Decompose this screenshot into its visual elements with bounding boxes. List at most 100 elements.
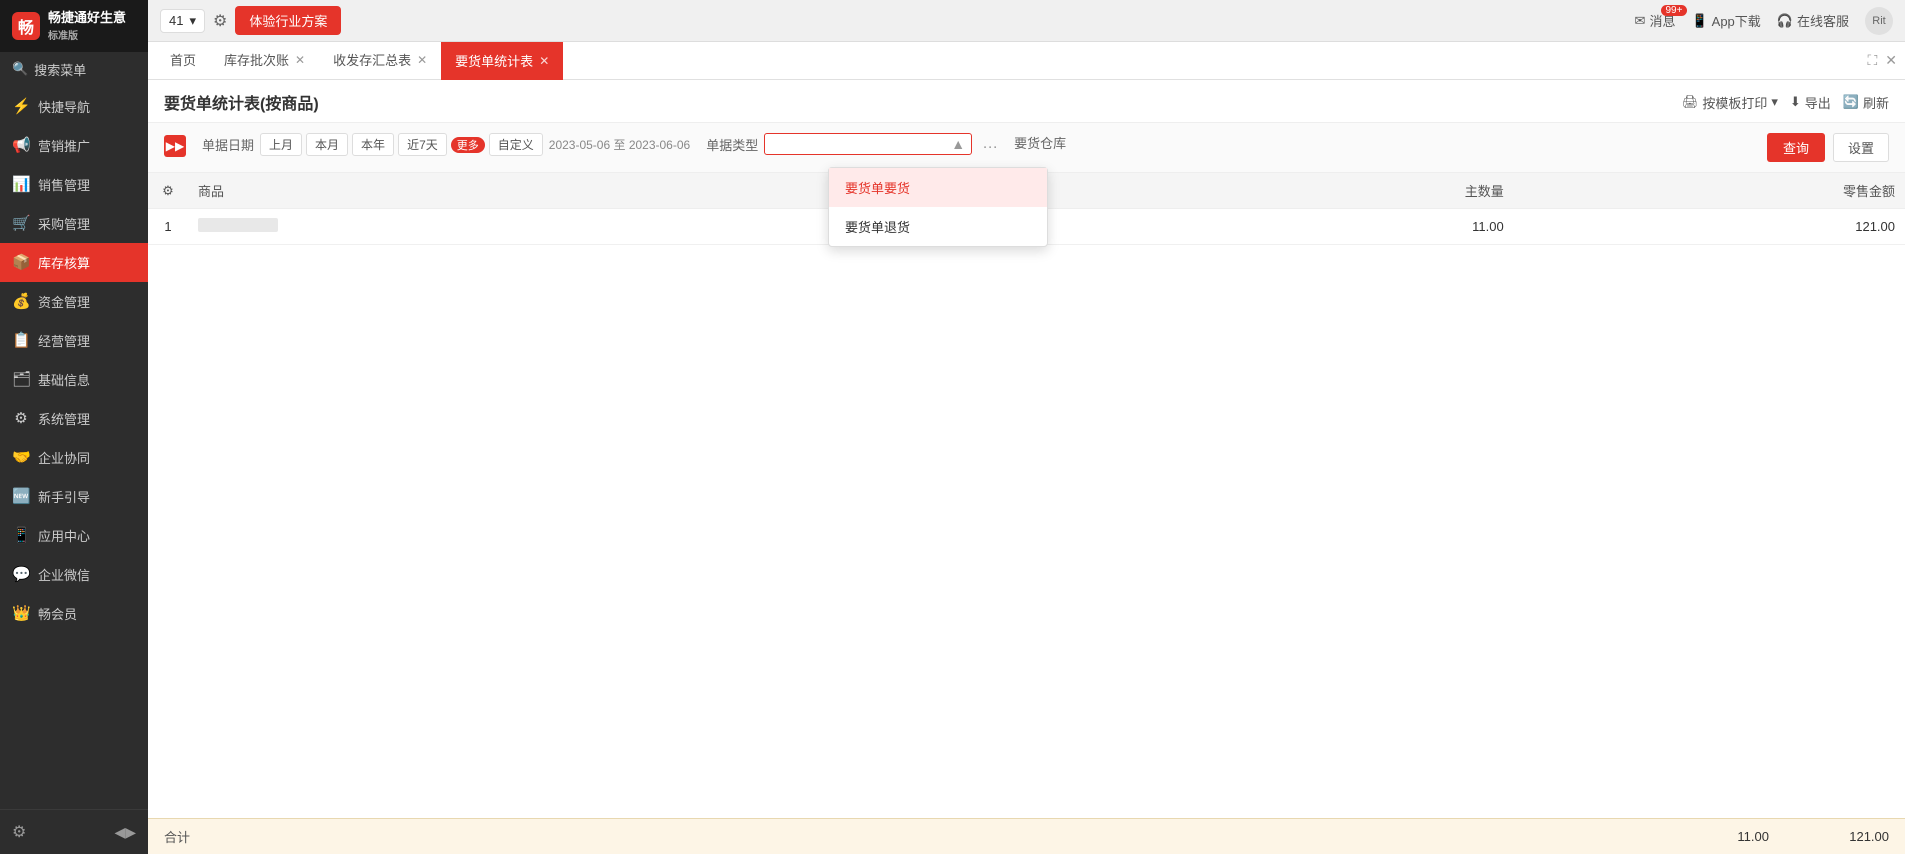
tab-receipt-label: 收发存汇总表	[333, 50, 411, 69]
chevron-down-icon: ▾	[189, 13, 196, 29]
refresh-label: 刷新	[1863, 93, 1889, 112]
print-icon: 🖨	[1682, 94, 1699, 110]
topbar-gear-icon[interactable]: ⚙	[213, 11, 227, 31]
sidebar-item-label: 新手引导	[38, 487, 90, 506]
sidebar-item-system[interactable]: ⚙ 系统管理	[0, 399, 148, 438]
message-icon: ✉	[1635, 13, 1646, 29]
download-icon: 📱	[1691, 13, 1707, 29]
main-area: 41 ▾ ⚙ 体验行业方案 ✉ 消息 99+ 📱 App下载 🎧 在线客服 Ri…	[148, 0, 1905, 854]
sales-icon: 📊	[12, 175, 30, 193]
wechat-icon: 💬	[12, 565, 30, 583]
close-tab-batch-icon[interactable]: ✕	[295, 53, 305, 67]
sidebar-item-appstore[interactable]: 📱 应用中心	[0, 516, 148, 555]
app-download-label: App下载	[1712, 11, 1761, 30]
footer-label: 合计	[164, 827, 194, 846]
print-chevron-icon: ▾	[1771, 94, 1778, 110]
sidebar-item-sales[interactable]: 📊 销售管理	[0, 165, 148, 204]
date-buttons: 上月 本月 本年 近7天 更多 自定义	[260, 133, 543, 156]
dropdown-item-purchase-return[interactable]: 要货单退货	[829, 207, 1047, 246]
doc-type-dropdown: 要货单要货 要货单退货	[828, 167, 1048, 247]
sidebar-item-label: 畅会员	[38, 604, 77, 623]
refresh-icon: 🔄	[1843, 94, 1859, 110]
page-title: 要货单统计表(按商品)	[164, 90, 319, 114]
last-month-btn[interactable]: 上月	[260, 133, 302, 156]
more-dates-badge[interactable]: 更多	[451, 137, 485, 153]
sidebar-item-purchase[interactable]: 🛒 采购管理	[0, 204, 148, 243]
sidebar-item-operations[interactable]: 📋 经营管理	[0, 321, 148, 360]
close-all-icon[interactable]: ✕	[1885, 52, 1897, 69]
operations-icon: 📋	[12, 331, 30, 349]
sidebar-item-quick-nav[interactable]: ⚡ 快捷导航	[0, 87, 148, 126]
tab-receipt-summary[interactable]: 收发存汇总表 ✕	[319, 42, 441, 80]
app-logo: 畅 畅捷通好生意 标准版	[0, 0, 148, 52]
doc-type-input[interactable]	[771, 137, 947, 152]
close-tab-requisition-icon[interactable]: ✕	[539, 54, 549, 68]
search-icon: 🔍	[12, 61, 28, 77]
sidebar-item-finance[interactable]: 💰 资金管理	[0, 282, 148, 321]
sidebar-item-label: 系统管理	[38, 409, 90, 428]
tab-home[interactable]: 首页	[156, 42, 210, 80]
app-title: 畅捷通好生意	[48, 10, 126, 27]
close-tab-receipt-icon[interactable]: ✕	[417, 53, 427, 67]
col-quantity-header: 主数量	[1193, 173, 1514, 209]
export-label: 导出	[1805, 93, 1831, 112]
this-year-btn[interactable]: 本年	[352, 133, 394, 156]
this-month-btn[interactable]: 本月	[306, 133, 348, 156]
col-settings-icon[interactable]: ⚙	[162, 183, 174, 198]
sidebar-item-enterprise[interactable]: 🤝 企业协同	[0, 438, 148, 477]
sidebar-item-marketing[interactable]: 📢 营销推广	[0, 126, 148, 165]
doc-type-more-icon[interactable]: …	[982, 135, 998, 153]
finance-icon: 💰	[12, 292, 30, 310]
settings-bottom-icon[interactable]: ⚙	[12, 822, 26, 842]
date-range-text: 2023-05-06 至 2023-06-06	[549, 136, 690, 153]
table-footer: 合计 11.00 121.00	[148, 818, 1905, 854]
dropdown-item-purchase-order[interactable]: 要货单要货	[829, 168, 1047, 207]
page-header: 要货单统计表(按商品) 🖨 按模板打印 ▾ ⬇ 导出 🔄 刷新	[148, 80, 1905, 123]
print-label: 按模板打印	[1702, 93, 1767, 112]
filter-action-btns: 查询 设置	[1767, 133, 1889, 162]
industry-btn[interactable]: 体验行业方案	[235, 6, 341, 35]
settings-btn[interactable]: 设置	[1833, 133, 1889, 162]
app-subtitle: 标准版	[48, 27, 126, 42]
doc-type-clear-icon[interactable]: ▲	[951, 136, 965, 152]
doc-type-input-wrap: ▲	[764, 133, 972, 155]
col-amount-header: 零售金额	[1514, 173, 1905, 209]
row-amount: 121.00	[1514, 209, 1905, 245]
sidebar-item-label: 销售管理	[38, 175, 90, 194]
messages-btn[interactable]: ✉ 消息 99+	[1635, 11, 1676, 30]
company-selector[interactable]: 41 ▾	[160, 9, 205, 33]
sidebar-item-basic[interactable]: 🗂 基础信息	[0, 360, 148, 399]
col-goods-header: 商品	[188, 173, 731, 209]
date-filter-group: 单据日期 上月 本月 本年 近7天 更多 自定义 2023-05-06 至 20…	[202, 133, 690, 156]
sidebar-item-vip[interactable]: 👑 畅会员	[0, 594, 148, 633]
print-template-btn[interactable]: 🖨 按模板打印 ▾	[1682, 93, 1778, 112]
quick-nav-icon: ⚡	[12, 97, 30, 115]
tab-requisition-label: 要货单统计表	[455, 51, 533, 70]
maximize-icon[interactable]: ⛶	[1867, 52, 1877, 69]
tab-batch-account[interactable]: 库存批次账 ✕	[210, 42, 319, 80]
custom-date-btn[interactable]: 自定义	[489, 133, 543, 156]
online-service-btn[interactable]: 🎧 在线客服	[1777, 11, 1849, 30]
table-wrap: ⚙ 商品 主计量单位 主数量 零售金额 1 块	[148, 173, 1905, 818]
refresh-btn[interactable]: 🔄 刷新	[1843, 93, 1889, 112]
tab-requisition-stats[interactable]: 要货单统计表 ✕	[441, 42, 563, 80]
sidebar-search[interactable]: 🔍 搜索菜单	[0, 52, 148, 87]
guide-icon: 🆕	[12, 487, 30, 505]
topbar-right: ✉ 消息 99+ 📱 App下载 🎧 在线客服 Rit	[1635, 7, 1893, 35]
sidebar-item-label: 经营管理	[38, 331, 90, 350]
sidebar-item-guide[interactable]: 🆕 新手引导	[0, 477, 148, 516]
topbar-left: 41 ▾ ⚙ 体验行业方案	[160, 6, 1623, 35]
app-download-btn[interactable]: 📱 App下载	[1691, 11, 1760, 30]
sidebar: 畅 畅捷通好生意 标准版 🔍 搜索菜单 ⚡ 快捷导航 📢 营销推广 📊 销售管理…	[0, 0, 148, 854]
filter-expand-btn[interactable]: ▶▶	[164, 135, 186, 157]
query-btn[interactable]: 查询	[1767, 133, 1825, 162]
service-icon: 🎧	[1777, 13, 1793, 29]
warehouse-label: 要货仓库	[1014, 133, 1066, 152]
avatar[interactable]: Rit	[1865, 7, 1893, 35]
last-7-days-btn[interactable]: 近7天	[398, 133, 447, 156]
collapse-icon[interactable]: ◀▶	[114, 824, 136, 841]
sidebar-item-wechat[interactable]: 💬 企业微信	[0, 555, 148, 594]
export-btn[interactable]: ⬇ 导出	[1790, 93, 1831, 112]
sidebar-item-inventory[interactable]: 📦 库存核算	[0, 243, 148, 282]
content-area: 要货单统计表(按商品) 🖨 按模板打印 ▾ ⬇ 导出 🔄 刷新 ▶▶	[148, 80, 1905, 854]
